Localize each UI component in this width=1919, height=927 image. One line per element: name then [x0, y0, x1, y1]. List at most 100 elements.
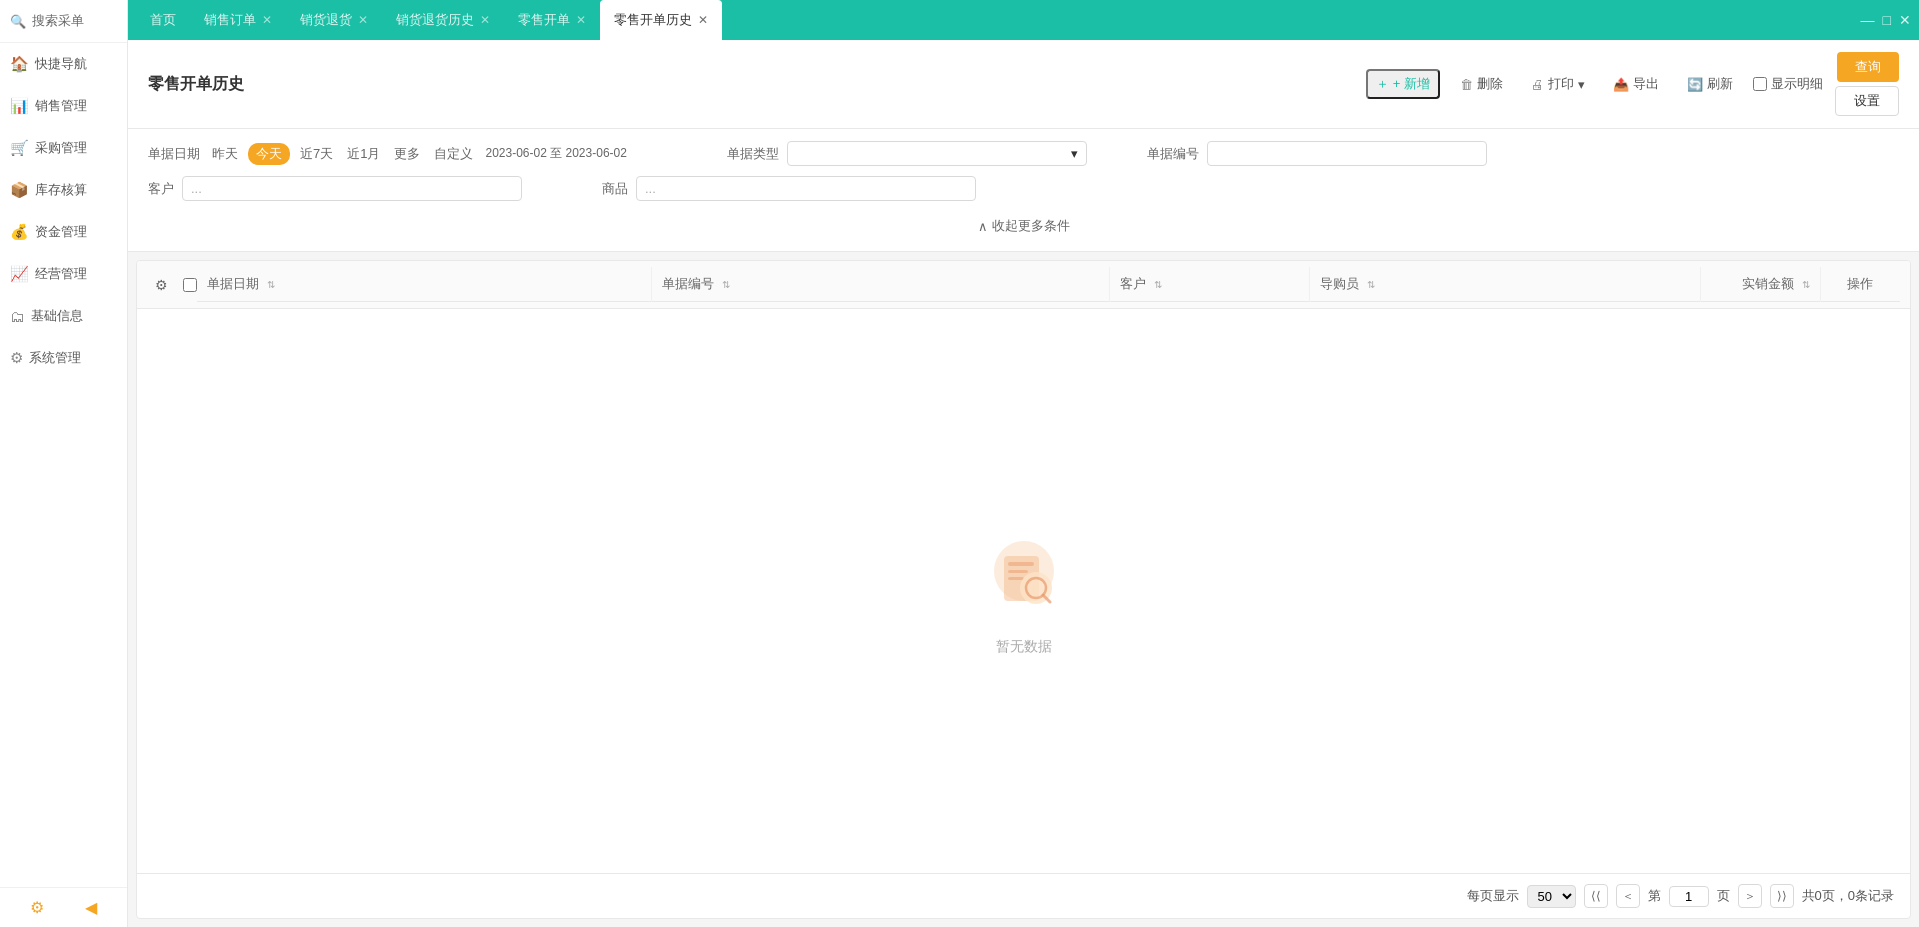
collapse-label: 收起更多条件	[992, 217, 1070, 235]
sidebar-settings-icon[interactable]: ⚙	[30, 898, 44, 917]
sidebar-item-label: 经营管理	[35, 265, 87, 283]
sidebar-item-label: 基础信息	[31, 307, 83, 325]
goods-select[interactable]: ...	[636, 176, 976, 201]
sidebar: 🔍 搜索采单 🏠 快捷导航 📊 销售管理 🛒 采购管理 📦 库存核算 💰 资金管…	[0, 0, 128, 927]
table-area: ⚙ 单据日期 ⇅ 单据编号 ⇅	[136, 260, 1911, 919]
query-button[interactable]: 查询	[1837, 52, 1899, 82]
sidebar-collapse-icon[interactable]: ◀	[85, 898, 97, 917]
date-custom[interactable]: 自定义	[430, 143, 477, 165]
display-detail-checkbox[interactable]: 显示明细	[1753, 75, 1823, 93]
export-button[interactable]: 📤 导出	[1605, 71, 1667, 97]
tab-sales-return-history-close[interactable]: ✕	[480, 13, 490, 27]
date-range-display: 2023-06-02 至 2023-06-02	[485, 145, 626, 162]
goods-filter-field: 商品 ...	[602, 176, 976, 201]
minimize-button[interactable]: —	[1861, 12, 1875, 28]
sidebar-search[interactable]: 🔍 搜索采单	[0, 0, 127, 43]
date-more[interactable]: 更多	[390, 143, 424, 165]
refresh-button[interactable]: 🔄 刷新	[1679, 71, 1741, 97]
col-no-label: 单据编号	[662, 276, 714, 291]
sidebar-item-label: 资金管理	[35, 223, 87, 241]
col-date[interactable]: 单据日期 ⇅	[197, 267, 652, 302]
per-page-select[interactable]: 50	[1527, 885, 1576, 908]
col-salesperson-label: 导购员	[1320, 276, 1359, 291]
sidebar-item-label: 采购管理	[35, 139, 87, 157]
tab-sales-order[interactable]: 销售订单 ✕	[190, 0, 286, 40]
tab-sales-return-close[interactable]: ✕	[358, 13, 368, 27]
maximize-button[interactable]: □	[1883, 12, 1891, 28]
sidebar-item-label: 销售管理	[35, 97, 87, 115]
display-detail-input[interactable]	[1753, 77, 1767, 91]
page-input[interactable]	[1669, 886, 1709, 907]
print-button[interactable]: 🖨 打印 ▾	[1523, 71, 1593, 97]
tab-sales-return[interactable]: 销货退货 ✕	[286, 0, 382, 40]
col-salesperson[interactable]: 导购员 ⇅	[1310, 267, 1700, 302]
col-no[interactable]: 单据编号 ⇅	[652, 267, 1110, 302]
customer-filter-field: 客户 ...	[148, 176, 522, 201]
collapse-more-btn[interactable]: ∧ 收起更多条件	[148, 211, 1899, 241]
delete-button[interactable]: 🗑 删除	[1452, 71, 1511, 97]
svg-rect-3	[1008, 570, 1028, 573]
col-customer[interactable]: 客户 ⇅	[1110, 267, 1310, 302]
sidebar-item-quick-nav[interactable]: 🏠 快捷导航	[0, 43, 127, 85]
col-action-label: 操作	[1847, 276, 1873, 291]
col-amount[interactable]: 实销金额 ⇅	[1700, 267, 1820, 302]
export-icon: 📤	[1613, 77, 1629, 92]
first-page-button[interactable]: ⟨⟨	[1584, 884, 1608, 908]
date-last-month[interactable]: 近1月	[343, 143, 384, 165]
empty-state: 暂无数据	[137, 309, 1910, 873]
select-all-checkbox[interactable]	[183, 278, 197, 292]
tab-sales-return-history[interactable]: 销货退货历史 ✕	[382, 0, 504, 40]
print-label: 打印	[1548, 75, 1574, 93]
sidebar-item-purchase-mgmt[interactable]: 🛒 采购管理	[0, 127, 127, 169]
last-page-button[interactable]: ⟩⟩	[1770, 884, 1794, 908]
prev-page-button[interactable]: ＜	[1616, 884, 1640, 908]
svg-rect-4	[1008, 577, 1024, 580]
window-controls: — □ ✕	[1861, 12, 1911, 28]
sidebar-item-sales-mgmt[interactable]: 📊 销售管理	[0, 85, 127, 127]
svg-rect-2	[1008, 562, 1034, 566]
refresh-label: 刷新	[1707, 75, 1733, 93]
col-customer-sort-icon: ⇅	[1154, 279, 1162, 290]
empty-text: 暂无数据	[996, 638, 1052, 656]
tab-retail-history-label: 零售开单历史	[614, 11, 692, 29]
tab-sales-return-history-label: 销货退货历史	[396, 11, 474, 29]
new-button[interactable]: ＋ + 新增	[1366, 69, 1440, 99]
sidebar-item-inventory[interactable]: 📦 库存核算	[0, 169, 127, 211]
date-last7[interactable]: 近7天	[296, 143, 337, 165]
sidebar-item-finance[interactable]: 💰 资金管理	[0, 211, 127, 253]
tab-home-label: 首页	[150, 11, 176, 29]
sidebar-item-sys-mgmt[interactable]: ⚙ 系统管理	[0, 337, 127, 379]
customer-select[interactable]: ...	[182, 176, 522, 201]
tab-sales-order-close[interactable]: ✕	[262, 13, 272, 27]
sidebar-item-base-info[interactable]: 🗂 基础信息	[0, 295, 127, 337]
col-amount-label: 实销金额	[1742, 276, 1794, 291]
tab-retail-history[interactable]: 零售开单历史 ✕	[600, 0, 722, 40]
col-date-sort-icon: ⇅	[267, 279, 275, 290]
tab-home[interactable]: 首页	[136, 0, 190, 40]
next-page-button[interactable]: ＞	[1738, 884, 1762, 908]
finance-icon: 💰	[10, 223, 29, 241]
col-amount-sort-icon: ⇅	[1802, 279, 1810, 290]
doc-no-filter-field: 单据编号	[1147, 141, 1487, 166]
search-icon: 🔍	[10, 14, 26, 29]
inventory-icon: 📦	[10, 181, 29, 199]
table-settings-icon[interactable]: ⚙	[147, 271, 175, 299]
doc-type-select[interactable]: ▾	[787, 141, 1087, 166]
base-info-icon: 🗂	[10, 308, 25, 325]
col-salesperson-sort-icon: ⇅	[1367, 279, 1375, 290]
sidebar-item-operations[interactable]: 📈 经营管理	[0, 253, 127, 295]
filter-area: 单据日期 昨天 今天 近7天 近1月 更多 自定义 2023-06-02 至 2…	[128, 129, 1919, 252]
settings-button[interactable]: 设置	[1835, 86, 1899, 116]
tab-retail-open[interactable]: 零售开单 ✕	[504, 0, 600, 40]
doc-no-input[interactable]	[1207, 141, 1487, 166]
close-button[interactable]: ✕	[1899, 12, 1911, 28]
pagination: 每页显示 50 ⟨⟨ ＜ 第 页 ＞ ⟩⟩ 共0页，0条记录	[137, 873, 1910, 918]
customer-label: 客户	[148, 180, 174, 198]
date-shortcuts: 昨天 今天 近7天 近1月 更多 自定义	[208, 143, 477, 165]
tab-retail-open-close[interactable]: ✕	[576, 13, 586, 27]
toolbar-actions: ＋ + 新增 🗑 删除 🖨 打印 ▾ 📤 导出 🔄	[1366, 52, 1899, 116]
print-arrow-icon: ▾	[1578, 77, 1585, 92]
date-yesterday[interactable]: 昨天	[208, 143, 242, 165]
tab-retail-history-close[interactable]: ✕	[698, 13, 708, 27]
date-today[interactable]: 今天	[248, 143, 290, 165]
